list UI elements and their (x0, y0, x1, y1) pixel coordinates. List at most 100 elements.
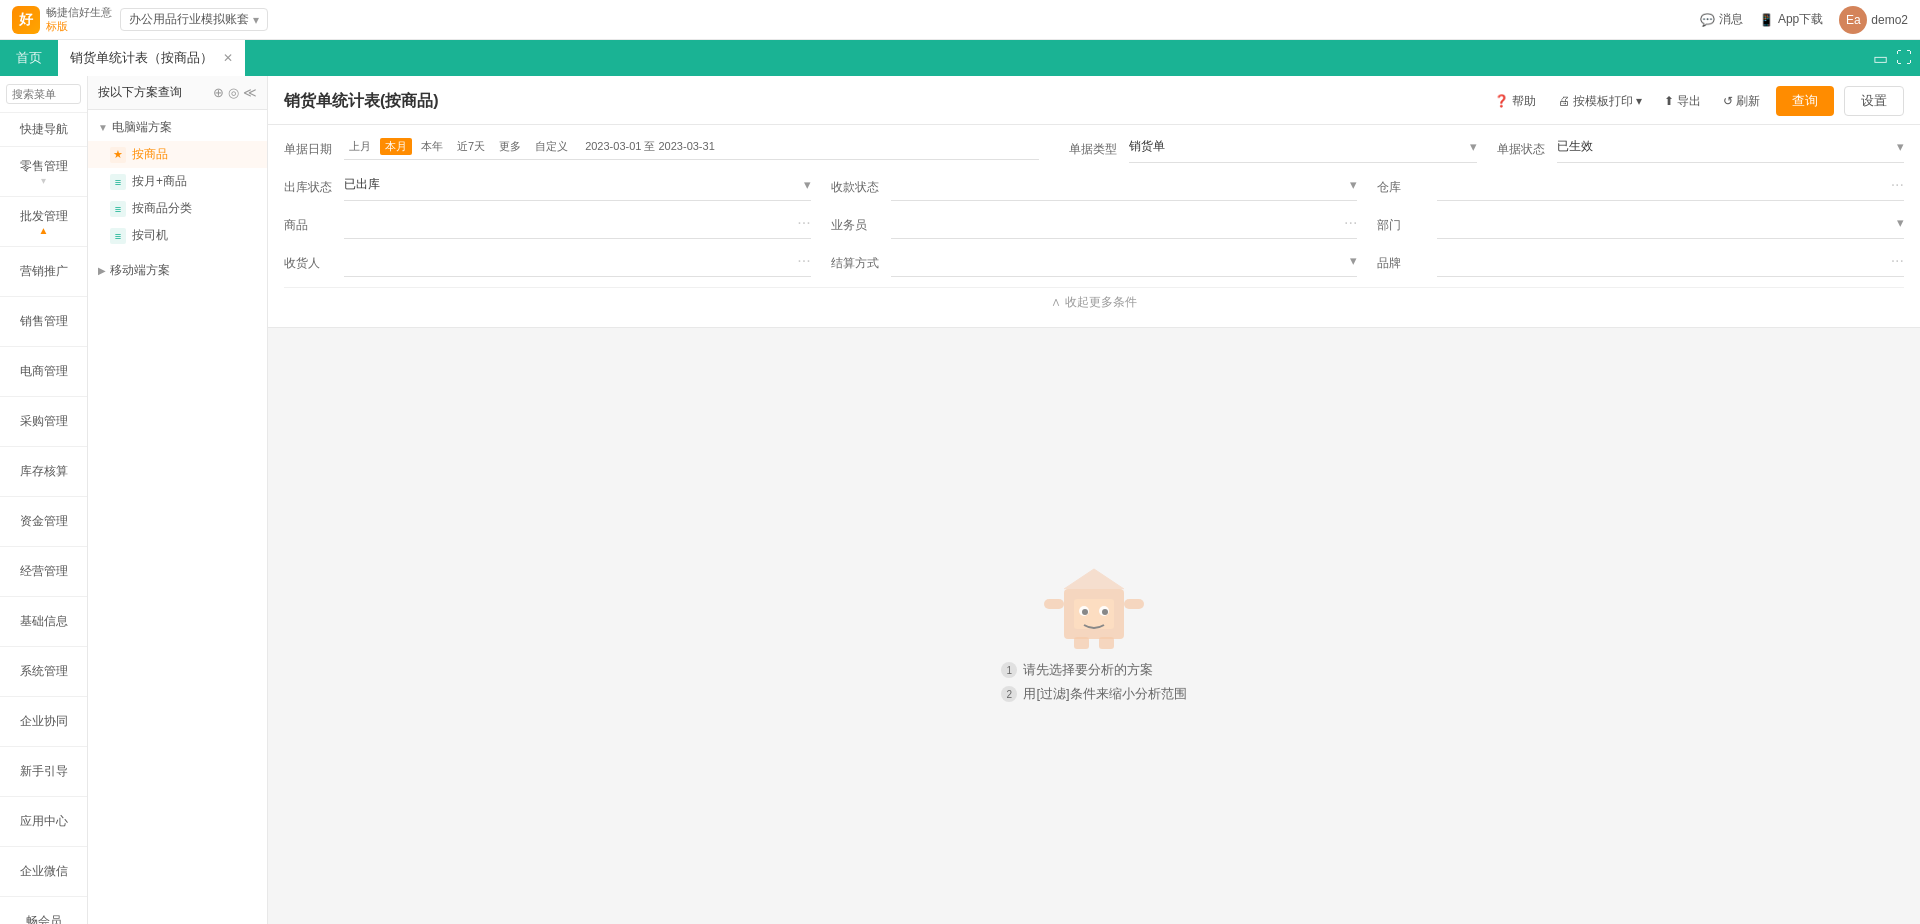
brand-dots-icon[interactable]: ··· (1891, 252, 1904, 270)
svg-rect-9 (1099, 637, 1114, 649)
payment-method-label: 结算方式 (831, 255, 891, 272)
payment-method-dropdown-icon[interactable]: ▾ (1350, 253, 1357, 268)
tab-close-icon[interactable]: ✕ (223, 51, 233, 65)
hint-num-2: 2 (1001, 686, 1017, 702)
filter-row-1: 单据日期 上月 本月 本年 近7天 更多 自定义 2023-03-01 至 20… (284, 135, 1904, 163)
settings-button[interactable]: 设置 (1844, 86, 1904, 116)
sidebar-item-guide[interactable]: 新手引导 (0, 747, 87, 797)
app-download-button[interactable]: 📱 App下载 (1759, 11, 1823, 28)
warehouse-status-dropdown-icon[interactable]: ▾ (804, 177, 811, 192)
doc-type-field: 销货单 ▾ (1129, 135, 1477, 163)
export-icon: ⬆ (1664, 94, 1674, 108)
filter-row-4: 收货人 ··· 结算方式 ▾ 品牌 ··· (284, 249, 1904, 277)
doc-status-dropdown-icon[interactable]: ▾ (1897, 139, 1904, 154)
receiver-field: ··· (344, 249, 811, 277)
sidebar-item-marketing[interactable]: 营销推广 (0, 247, 87, 297)
search-input[interactable] (6, 84, 81, 104)
doc-type-label: 单据类型 (1069, 141, 1129, 158)
product-label: 商品 (284, 217, 344, 234)
scheme-item-by-product[interactable]: ★ 按商品 (88, 141, 267, 168)
sidebar: 快捷导航 零售管理 ▾ 批发管理 ▲ 营销推广 销售管理 电商管理 采购管理 库… (0, 76, 88, 924)
receiver-dots-icon[interactable]: ··· (797, 252, 810, 270)
page-actions: ❓ 帮助 🖨 按模板打印 ▾ ⬆ 导出 ↺ 刷新 (1488, 86, 1904, 116)
date-last-month[interactable]: 上月 (344, 138, 376, 155)
tab-home[interactable]: 首页 (0, 40, 58, 76)
logo-text: 畅捷信好生意 标版 (46, 6, 112, 32)
scheme-item-by-category[interactable]: ≡ 按商品分类 (88, 195, 267, 222)
edit-scheme-icon[interactable]: ◎ (228, 85, 239, 100)
doc-status-value: 已生效 (1557, 138, 1593, 155)
date-this-year[interactable]: 本年 (416, 138, 448, 155)
hint-num-1: 1 (1001, 662, 1017, 678)
doc-status-field: 已生效 ▾ (1557, 135, 1905, 163)
sidebar-item-inventory[interactable]: 库存核算 (0, 447, 87, 497)
svg-point-4 (1082, 609, 1088, 615)
print-template-button[interactable]: 🖨 按模板打印 ▾ (1552, 90, 1648, 113)
main-layout: 快捷导航 零售管理 ▾ 批发管理 ▲ 营销推广 销售管理 电商管理 采购管理 库… (0, 76, 1920, 924)
sidebar-item-ecommerce[interactable]: 电商管理 (0, 347, 87, 397)
warehouse-status-label: 出库状态 (284, 179, 344, 196)
empty-illustration (1034, 549, 1154, 649)
sidebar-item-enterprise[interactable]: 企业协同 (0, 697, 87, 747)
refresh-icon: ↺ (1723, 94, 1733, 108)
workspace-selector[interactable]: 办公用品行业模拟账套 ▾ (120, 8, 268, 31)
collapse-scheme-icon[interactable]: ≪ (243, 85, 257, 100)
date-custom[interactable]: 自定义 (530, 138, 573, 155)
user-menu[interactable]: Ea demo2 (1839, 6, 1908, 34)
salesperson-dots-icon[interactable]: ··· (1344, 214, 1357, 232)
warehouse-dots-icon[interactable]: ··· (1891, 176, 1904, 194)
print-chevron-icon: ▾ (1636, 94, 1642, 108)
sidebar-item-vip[interactable]: 畅会员 (0, 897, 87, 924)
svg-rect-8 (1074, 637, 1089, 649)
tab-minimize-icon[interactable]: ▭ (1873, 49, 1888, 68)
triangle-down-icon: ▼ (98, 122, 108, 133)
refresh-button[interactable]: ↺ 刷新 (1717, 90, 1766, 113)
sidebar-item-wholesale[interactable]: 批发管理 ▲ (0, 197, 87, 247)
chevron-right-icon: ▾ (41, 175, 46, 186)
payment-status-dropdown-icon[interactable]: ▾ (1350, 177, 1357, 192)
sidebar-item-retail[interactable]: 零售管理 ▾ (0, 147, 87, 197)
export-button[interactable]: ⬆ 导出 (1658, 90, 1707, 113)
sidebar-item-apps[interactable]: 应用中心 (0, 797, 87, 847)
doc-type-dropdown-icon[interactable]: ▾ (1470, 139, 1477, 154)
receiver-label: 收货人 (284, 255, 344, 272)
help-button[interactable]: ❓ 帮助 (1488, 90, 1542, 113)
sidebar-item-ops[interactable]: 经营管理 (0, 547, 87, 597)
print-icon: 🖨 (1558, 94, 1570, 108)
scheme-mobile-group-header[interactable]: ▶ 移动端方案 (88, 257, 267, 284)
department-field: ▾ (1437, 211, 1904, 239)
doc-status-label: 单据状态 (1497, 141, 1557, 158)
sidebar-item-sales[interactable]: 销售管理 (0, 297, 87, 347)
tab-maximize-icon[interactable]: ⛶ (1896, 49, 1912, 67)
date-range-value: 2023-03-01 至 2023-03-31 (585, 139, 715, 154)
department-dropdown-icon[interactable]: ▾ (1897, 215, 1904, 230)
scheme-item-by-month-product[interactable]: ≡ 按月+商品 (88, 168, 267, 195)
scheme-item-by-scanner[interactable]: ≡ 按司机 (88, 222, 267, 249)
product-dots-icon[interactable]: ··· (797, 214, 810, 232)
message-button[interactable]: 💬 消息 (1700, 11, 1743, 28)
svg-point-5 (1102, 609, 1108, 615)
payment-status-field: ▾ (891, 173, 1358, 201)
tab-sales-stat[interactable]: 销货单统计表（按商品） ✕ (58, 40, 245, 76)
help-icon: ❓ (1494, 94, 1509, 108)
sidebar-item-finance[interactable]: 资金管理 (0, 497, 87, 547)
add-scheme-icon[interactable]: ⊕ (213, 85, 224, 100)
sidebar-item-system[interactable]: 系统管理 (0, 647, 87, 697)
logo-area: 好 畅捷信好生意 标版 (12, 6, 112, 34)
date-more[interactable]: 更多 (494, 138, 526, 155)
empty-hints: 1 请先选择要分析的方案 2 用[过滤]条件来缩小分析范围 (1001, 661, 1186, 703)
query-button[interactable]: 查询 (1776, 86, 1834, 116)
date-last-7-days[interactable]: 近7天 (452, 138, 490, 155)
collapse-button[interactable]: ∧ 收起更多条件 (284, 287, 1904, 317)
avatar: Ea (1839, 6, 1867, 34)
sidebar-item-wechat[interactable]: 企业微信 (0, 847, 87, 897)
date-field: 上月 本月 本年 近7天 更多 自定义 2023-03-01 至 2023-03… (344, 138, 1039, 160)
date-this-month[interactable]: 本月 (380, 138, 412, 155)
sidebar-item-quicknav[interactable]: 快捷导航 (0, 113, 87, 147)
sidebar-item-basic[interactable]: 基础信息 (0, 597, 87, 647)
sidebar-item-purchase[interactable]: 采购管理 (0, 397, 87, 447)
empty-hint-1: 1 请先选择要分析的方案 (1001, 661, 1186, 679)
scheme-item-icon: ≡ (110, 201, 126, 217)
chevron-down-icon: ▾ (253, 13, 259, 27)
scheme-pc-group-header[interactable]: ▼ 电脑端方案 (88, 114, 267, 141)
